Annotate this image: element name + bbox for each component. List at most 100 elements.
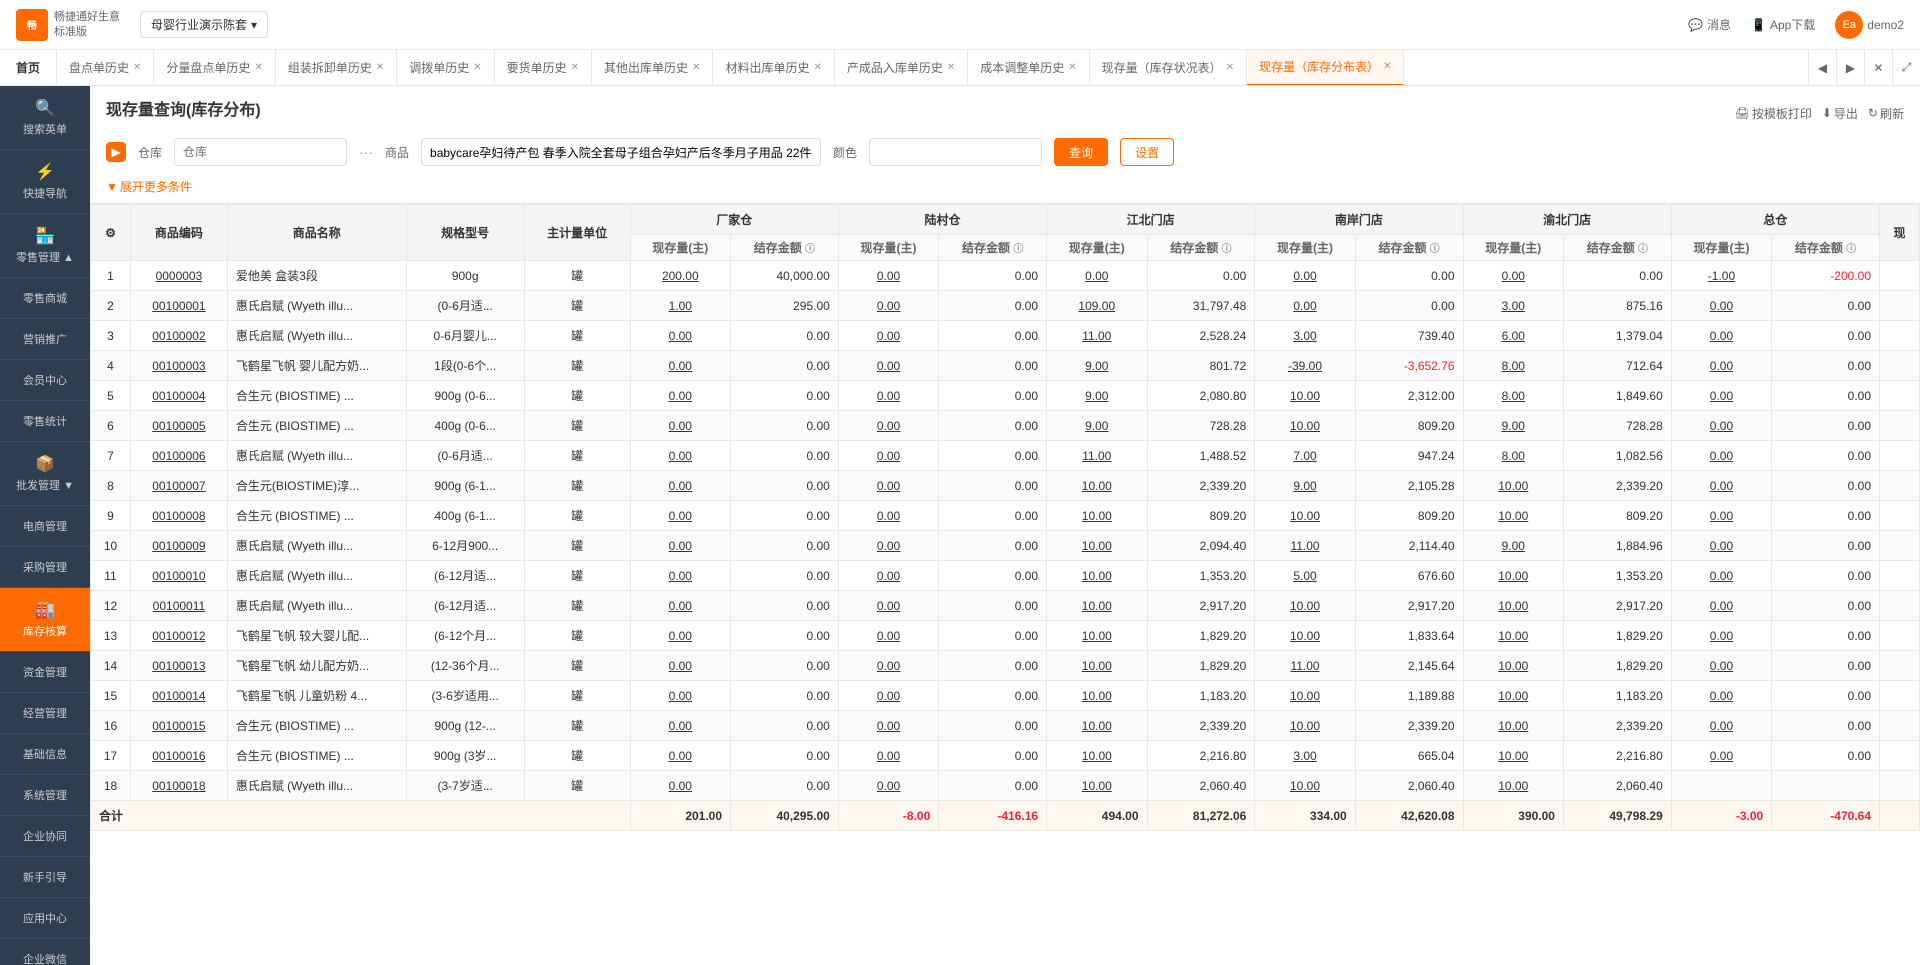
sidebar-item-basic-info[interactable]: 基础信息 — [0, 734, 90, 775]
row-jb-qty[interactable]: 10.00 — [1047, 471, 1147, 501]
sidebar-item-finance[interactable]: 资金管理 — [0, 652, 90, 693]
row-code[interactable]: 00100011 — [131, 591, 228, 621]
row-zc-qty[interactable]: 0.00 — [1671, 441, 1771, 471]
expand-more-btn[interactable]: ▼ 展开更多条件 — [106, 178, 192, 195]
row-fac-qty[interactable]: 0.00 — [630, 321, 730, 351]
close-icon[interactable]: ✕ — [692, 62, 700, 73]
row-yb-qty[interactable]: 0.00 — [1463, 261, 1563, 291]
row-yb-qty[interactable]: 10.00 — [1463, 741, 1563, 771]
row-jb-qty[interactable]: 10.00 — [1047, 681, 1147, 711]
row-jb-qty[interactable]: 10.00 — [1047, 501, 1147, 531]
row-fac-qty[interactable]: 0.00 — [630, 471, 730, 501]
row-fac-qty[interactable]: 0.00 — [630, 411, 730, 441]
row-lu-qty[interactable]: 0.00 — [838, 411, 938, 441]
close-icon[interactable]: ✕ — [1068, 62, 1076, 73]
store-selector[interactable]: 母婴行业演示陈套 ▾ — [140, 11, 268, 38]
tab-7[interactable]: 材料出库单历史 ✕ — [713, 50, 834, 86]
row-fac-qty[interactable]: 0.00 — [630, 351, 730, 381]
row-jb-qty[interactable]: 0.00 — [1047, 261, 1147, 291]
row-code[interactable]: 00100009 — [131, 531, 228, 561]
row-code[interactable]: 00100018 — [131, 771, 228, 801]
row-zc-qty[interactable]: 0.00 — [1671, 741, 1771, 771]
row-yb-qty[interactable]: 10.00 — [1463, 711, 1563, 741]
row-lu-qty[interactable]: 0.00 — [838, 261, 938, 291]
row-na-qty[interactable]: 10.00 — [1255, 501, 1355, 531]
row-yb-qty[interactable]: 6.00 — [1463, 321, 1563, 351]
tab-3[interactable]: 组装拆卸单历史 ✕ — [276, 50, 397, 86]
ellipsis-icon[interactable]: ··· — [359, 144, 373, 160]
row-lu-qty[interactable]: 0.00 — [838, 291, 938, 321]
sidebar-item-guide[interactable]: 新手引导 — [0, 857, 90, 898]
row-fac-qty[interactable]: 0.00 — [630, 651, 730, 681]
user-profile[interactable]: Ea demo2 — [1835, 11, 1904, 39]
nav-close-btn[interactable]: ✕ — [1864, 50, 1892, 86]
tab-8[interactable]: 产成品入库单历史 ✕ — [835, 50, 968, 86]
tab-10[interactable]: 现存量（库存状况表） ✕ — [1090, 50, 1247, 86]
row-lu-qty[interactable]: 0.00 — [838, 351, 938, 381]
row-lu-qty[interactable]: 0.00 — [838, 681, 938, 711]
warehouse-input[interactable] — [174, 138, 347, 166]
row-na-qty[interactable]: 5.00 — [1255, 561, 1355, 591]
row-na-qty[interactable]: 11.00 — [1255, 651, 1355, 681]
row-fac-qty[interactable]: 0.00 — [630, 441, 730, 471]
print-btn[interactable]: 🖨 按模板打印 — [1735, 105, 1812, 122]
row-na-qty[interactable]: 0.00 — [1255, 261, 1355, 291]
row-code[interactable]: 00100013 — [131, 651, 228, 681]
sidebar-item-retail-stats[interactable]: 零售统计 — [0, 401, 90, 442]
row-zc-qty[interactable]: -1.00 — [1671, 261, 1771, 291]
row-yb-qty[interactable]: 10.00 — [1463, 681, 1563, 711]
close-icon[interactable]: ✕ — [376, 62, 384, 73]
close-icon[interactable]: ✕ — [947, 62, 955, 73]
product-input[interactable] — [421, 138, 821, 166]
row-yb-qty[interactable]: 9.00 — [1463, 411, 1563, 441]
close-icon[interactable]: ✕ — [1383, 61, 1391, 72]
info-icon[interactable]: ⓘ — [1013, 244, 1023, 255]
row-lu-qty[interactable]: 0.00 — [838, 651, 938, 681]
sidebar-item-app-center[interactable]: 应用中心 — [0, 898, 90, 939]
row-code[interactable]: 00100004 — [131, 381, 228, 411]
row-fac-qty[interactable]: 0.00 — [630, 591, 730, 621]
row-lu-qty[interactable]: 0.00 — [838, 321, 938, 351]
row-na-qty[interactable]: 0.00 — [1255, 291, 1355, 321]
info-icon[interactable]: ⓘ — [1222, 244, 1232, 255]
row-jb-qty[interactable]: 10.00 — [1047, 711, 1147, 741]
row-jb-qty[interactable]: 10.00 — [1047, 651, 1147, 681]
row-yb-qty[interactable]: 10.00 — [1463, 591, 1563, 621]
row-jb-qty[interactable]: 10.00 — [1047, 561, 1147, 591]
row-na-qty[interactable]: 10.00 — [1255, 591, 1355, 621]
row-lu-qty[interactable]: 0.00 — [838, 441, 938, 471]
row-code[interactable]: 00100012 — [131, 621, 228, 651]
row-zc-qty[interactable]: 0.00 — [1671, 681, 1771, 711]
row-code[interactable]: 00100010 — [131, 561, 228, 591]
sidebar-item-search[interactable]: 🔍 搜索英单 — [0, 86, 90, 150]
sidebar-item-quicknav[interactable]: ⚡ 快捷导航 — [0, 150, 90, 214]
messages-btn[interactable]: 💬 消息 — [1688, 16, 1731, 33]
row-na-qty[interactable]: 3.00 — [1255, 321, 1355, 351]
expand-row-button[interactable]: ▶ — [106, 142, 126, 162]
row-fac-qty[interactable]: 0.00 — [630, 741, 730, 771]
row-fac-qty[interactable]: 1.00 — [630, 291, 730, 321]
row-yb-qty[interactable]: 10.00 — [1463, 561, 1563, 591]
row-yb-qty[interactable]: 10.00 — [1463, 771, 1563, 801]
close-icon[interactable]: ✕ — [813, 62, 821, 73]
sidebar-item-inventory[interactable]: 🏭 库存核算 — [0, 588, 90, 652]
row-fac-qty[interactable]: 0.00 — [630, 381, 730, 411]
row-code[interactable]: 00100006 — [131, 441, 228, 471]
sidebar-item-operations[interactable]: 经营管理 — [0, 693, 90, 734]
row-lu-qty[interactable]: 0.00 — [838, 771, 938, 801]
row-zc-qty[interactable]: 0.00 — [1671, 291, 1771, 321]
row-yb-qty[interactable]: 9.00 — [1463, 531, 1563, 561]
nav-prev-btn[interactable]: ◀ — [1808, 50, 1836, 86]
row-code[interactable]: 00100005 — [131, 411, 228, 441]
row-zc-qty[interactable] — [1671, 771, 1771, 801]
row-yb-qty[interactable]: 8.00 — [1463, 351, 1563, 381]
row-code[interactable]: 00100001 — [131, 291, 228, 321]
row-zc-qty[interactable]: 0.00 — [1671, 531, 1771, 561]
tab-2[interactable]: 分量盘点单历史 ✕ — [154, 50, 275, 86]
row-fac-qty[interactable]: 200.00 — [630, 261, 730, 291]
sidebar-item-marketing[interactable]: 营销推广 — [0, 319, 90, 360]
row-na-qty[interactable]: 3.00 — [1255, 741, 1355, 771]
row-fac-qty[interactable]: 0.00 — [630, 621, 730, 651]
row-jb-qty[interactable]: 10.00 — [1047, 591, 1147, 621]
nav-expand-btn[interactable]: ⤢ — [1892, 50, 1920, 86]
